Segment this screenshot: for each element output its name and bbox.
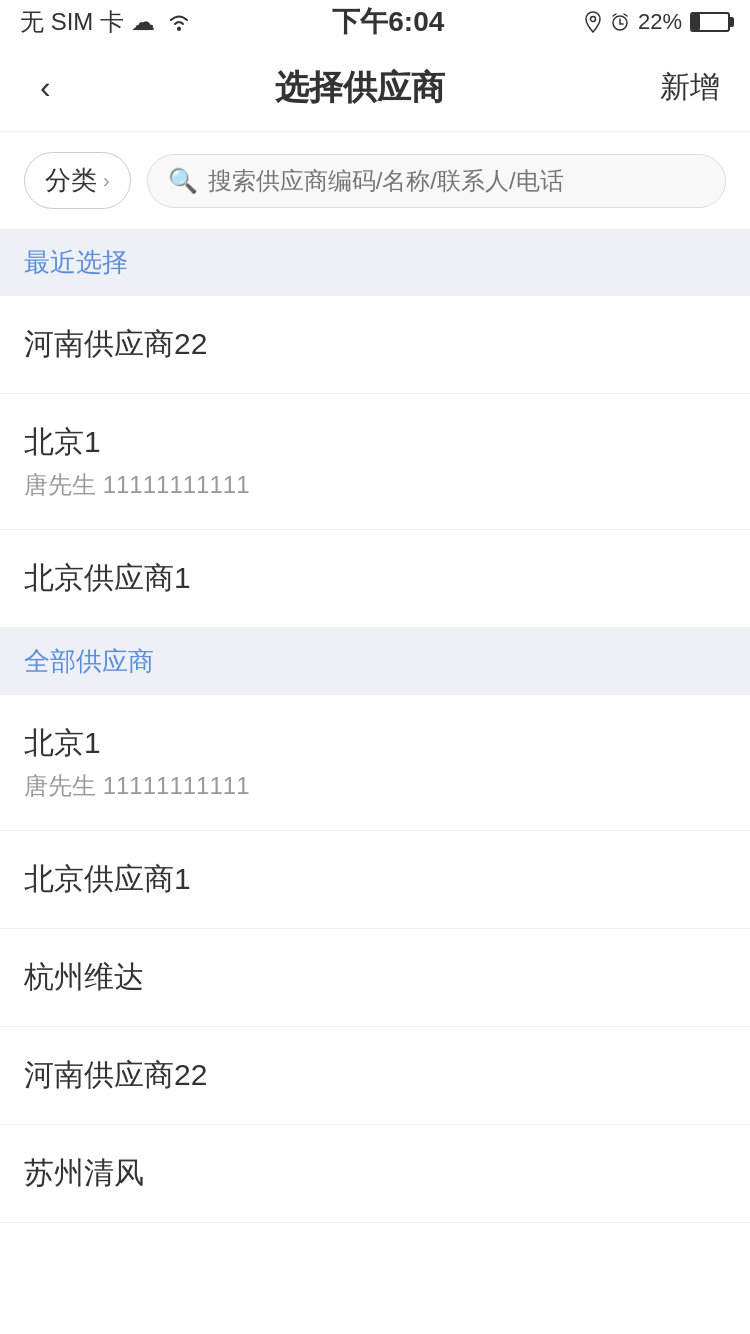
chevron-right-icon: › bbox=[103, 169, 110, 192]
location-icon bbox=[584, 11, 602, 33]
list-item[interactable]: 北京1 唐先生 11111111111 bbox=[0, 394, 750, 530]
item-name: 河南供应商22 bbox=[24, 324, 726, 365]
section-header-all: 全部供应商 bbox=[0, 628, 750, 695]
item-sub: 唐先生 11111111111 bbox=[24, 770, 726, 802]
add-button[interactable]: 新增 bbox=[660, 67, 720, 108]
battery-icon bbox=[690, 12, 730, 32]
list-item[interactable]: 河南供应商22 bbox=[0, 296, 750, 394]
page-title: 选择供应商 bbox=[275, 65, 445, 111]
item-name: 北京1 bbox=[24, 723, 726, 764]
wifi-icon bbox=[165, 12, 193, 32]
filter-bar: 分类 › 🔍 bbox=[0, 132, 750, 229]
item-name: 北京供应商1 bbox=[24, 859, 726, 900]
item-name: 北京1 bbox=[24, 422, 726, 463]
search-box[interactable]: 🔍 bbox=[147, 154, 726, 208]
section-label-recent: 最近选择 bbox=[24, 247, 128, 277]
status-bar: 无 SIM 卡 ☁ 下午6:04 22% bbox=[0, 0, 750, 44]
item-name: 北京供应商1 bbox=[24, 558, 726, 599]
search-icon: 🔍 bbox=[168, 167, 198, 195]
category-button[interactable]: 分类 › bbox=[24, 152, 131, 209]
no-sim-text: 无 SIM 卡 ☁ bbox=[20, 6, 155, 38]
svg-point-0 bbox=[177, 27, 181, 31]
section-label-all: 全部供应商 bbox=[24, 646, 154, 676]
list-item[interactable]: 北京供应商1 bbox=[0, 831, 750, 929]
list-item[interactable]: 北京1 唐先生 11111111111 bbox=[0, 695, 750, 831]
item-name: 苏州清风 bbox=[24, 1153, 726, 1194]
sections-container: 最近选择河南供应商22 北京1 唐先生 11111111111 北京供应商1 全部供应商… bbox=[0, 229, 750, 1223]
battery-percent: 22% bbox=[638, 9, 682, 35]
section-header-recent: 最近选择 bbox=[0, 229, 750, 296]
back-button[interactable]: ‹ bbox=[30, 59, 61, 116]
item-name: 河南供应商22 bbox=[24, 1055, 726, 1096]
category-label: 分类 bbox=[45, 163, 97, 198]
item-name: 杭州维达 bbox=[24, 957, 726, 998]
list-item[interactable]: 杭州维达 bbox=[0, 929, 750, 1027]
list-item[interactable]: 苏州清风 bbox=[0, 1125, 750, 1223]
item-sub: 唐先生 11111111111 bbox=[24, 469, 726, 501]
status-left: 无 SIM 卡 ☁ bbox=[20, 6, 193, 38]
alarm-icon bbox=[610, 11, 630, 33]
nav-bar: ‹ 选择供应商 新增 bbox=[0, 44, 750, 132]
list-item[interactable]: 河南供应商22 bbox=[0, 1027, 750, 1125]
list-item[interactable]: 北京供应商1 bbox=[0, 530, 750, 628]
search-input[interactable] bbox=[208, 167, 705, 195]
status-right: 22% bbox=[584, 9, 730, 35]
status-time: 下午6:04 bbox=[332, 3, 444, 41]
svg-point-1 bbox=[590, 17, 595, 22]
